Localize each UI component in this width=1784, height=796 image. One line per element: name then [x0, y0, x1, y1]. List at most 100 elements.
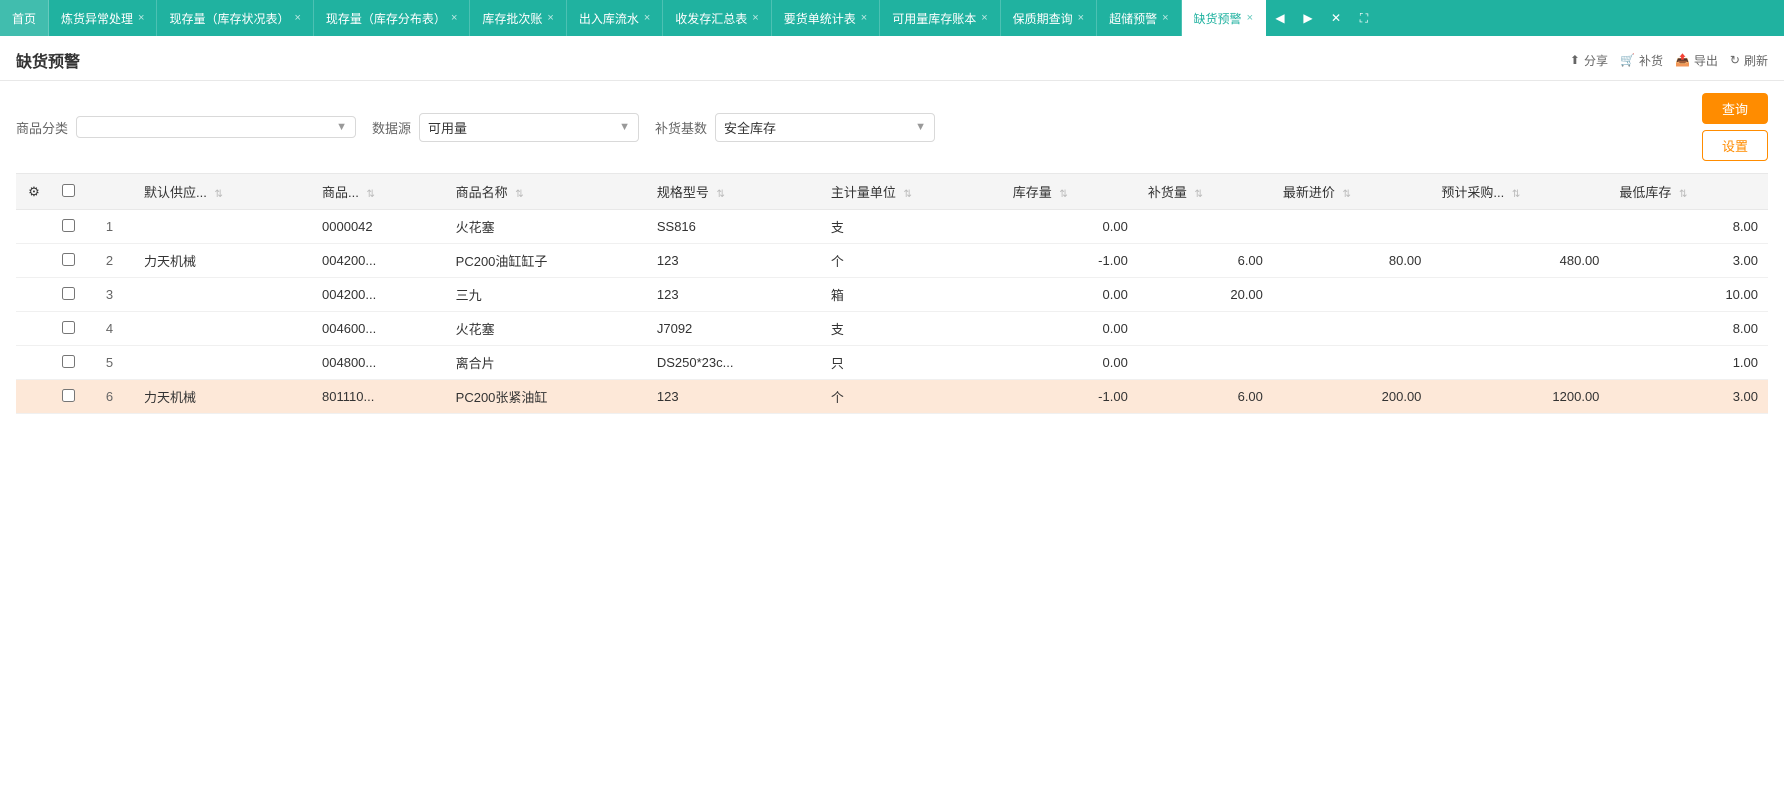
- datasource-select[interactable]: 可用量 ▼: [419, 113, 639, 142]
- row-latest-price-3: [1273, 312, 1432, 346]
- row-product-name-3: 火花塞: [446, 312, 647, 346]
- th-unit[interactable]: 主计量单位 ⇅: [821, 174, 1003, 210]
- th-latest-price[interactable]: 最新进价 ⇅: [1273, 174, 1432, 210]
- row-product-name-5: PC200张紧油缸: [446, 380, 647, 414]
- tab-4-close[interactable]: ×: [547, 12, 553, 24]
- tab-1[interactable]: 炼货异常处理 ×: [49, 0, 157, 36]
- row-stock-2: 0.00: [1003, 278, 1138, 312]
- tab-2-label: 现存量（库存状况表）: [169, 10, 289, 27]
- tab-11[interactable]: 缺货预警 ×: [1182, 0, 1266, 36]
- th-gear[interactable]: ⚙: [16, 174, 52, 210]
- tab-7-close[interactable]: ×: [861, 12, 867, 24]
- row-checkbox-cell-1: [52, 244, 85, 278]
- row-spec-5: 123: [647, 380, 821, 414]
- row-spec-1: 123: [647, 244, 821, 278]
- share-icon: ⬆: [1570, 53, 1580, 67]
- tab-3-label: 现存量（库存分布表）: [326, 10, 446, 27]
- th-replenish-label: 补货量: [1148, 185, 1187, 200]
- header-actions: ⬆ 分享 🛒 补货 📤 导出 ↻ 刷新: [1570, 52, 1768, 69]
- tab-nav-close-all[interactable]: ✕: [1322, 0, 1350, 36]
- row-supplier-1: 力天机械: [134, 244, 312, 278]
- th-est-purchase[interactable]: 预计采购... ⇅: [1431, 174, 1609, 210]
- row-checkbox-0[interactable]: [62, 219, 75, 232]
- table-row: 1 0000042 火花塞 SS816 支 0.00 8.00: [16, 210, 1768, 244]
- tab-8-close[interactable]: ×: [981, 12, 987, 24]
- tab-3-close[interactable]: ×: [451, 12, 457, 24]
- row-index-1: 2: [85, 244, 134, 278]
- tab-nav-prev[interactable]: ◀: [1266, 0, 1294, 36]
- tab-4[interactable]: 库存批次账 ×: [470, 0, 566, 36]
- th-spec[interactable]: 规格型号 ⇅: [647, 174, 821, 210]
- tab-3[interactable]: 现存量（库存分布表） ×: [314, 0, 470, 36]
- tab-11-close[interactable]: ×: [1247, 12, 1253, 24]
- th-checkbox: [52, 174, 85, 210]
- th-stock[interactable]: 库存量 ⇅: [1003, 174, 1138, 210]
- row-product-code-5: 801110...: [312, 380, 446, 414]
- row-replenish-5: 6.00: [1138, 380, 1273, 414]
- row-product-code-0: 0000042: [312, 210, 446, 244]
- tab-6[interactable]: 收发存汇总表 ×: [663, 0, 771, 36]
- category-select[interactable]: ▼: [76, 116, 356, 138]
- row-gear-2: [16, 278, 52, 312]
- row-supplier-3: [134, 312, 312, 346]
- page-title: 缺货预警: [16, 48, 80, 72]
- tab-7-label: 要货单统计表: [784, 10, 856, 27]
- tab-5-label: 出入库流水: [579, 10, 639, 27]
- data-table: ⚙ 默认供应... ⇅ 商品... ⇅ 商品名称 ⇅: [16, 173, 1768, 414]
- tab-9[interactable]: 保质期查询 ×: [1001, 0, 1097, 36]
- tab-8[interactable]: 可用量库存账本 ×: [880, 0, 1000, 36]
- tab-7[interactable]: 要货单统计表 ×: [772, 0, 880, 36]
- th-est-purchase-sort-icon: ⇅: [1512, 189, 1520, 200]
- row-product-name-2: 三九: [446, 278, 647, 312]
- tab-1-close[interactable]: ×: [138, 12, 144, 24]
- th-stock-label: 库存量: [1013, 185, 1052, 200]
- row-supplier-4: [134, 346, 312, 380]
- th-spec-label: 规格型号: [657, 185, 709, 200]
- row-checkbox-4[interactable]: [62, 355, 75, 368]
- setting-button[interactable]: 设置: [1702, 130, 1768, 161]
- th-product-code[interactable]: 商品... ⇅: [312, 174, 446, 210]
- th-product-code-sort-icon: ⇅: [367, 189, 375, 200]
- tab-5[interactable]: 出入库流水 ×: [567, 0, 663, 36]
- tab-11-label: 缺货预警: [1194, 10, 1242, 27]
- share-button[interactable]: ⬆ 分享: [1570, 52, 1608, 69]
- tab-9-close[interactable]: ×: [1078, 12, 1084, 24]
- tab-10[interactable]: 超储预警 ×: [1097, 0, 1181, 36]
- tab-nav-next[interactable]: ▶: [1294, 0, 1322, 36]
- page-content: 缺货预警 ⬆ 分享 🛒 补货 📤 导出 ↻ 刷新 商品分类: [0, 36, 1784, 796]
- basis-select[interactable]: 安全库存 ▼: [715, 113, 935, 142]
- row-unit-4: 只: [821, 346, 1003, 380]
- query-button[interactable]: 查询: [1702, 93, 1768, 124]
- th-supplier[interactable]: 默认供应... ⇅: [134, 174, 312, 210]
- tab-nav-expand[interactable]: ⛶: [1350, 0, 1378, 36]
- row-checkbox-2[interactable]: [62, 287, 75, 300]
- export-button[interactable]: 📤 导出: [1675, 52, 1718, 69]
- tab-5-close[interactable]: ×: [644, 12, 650, 24]
- row-checkbox-5[interactable]: [62, 389, 75, 402]
- th-latest-price-label: 最新进价: [1283, 185, 1335, 200]
- tab-home[interactable]: 首页: [0, 0, 49, 36]
- row-latest-price-0: [1273, 210, 1432, 244]
- th-replenish-sort-icon: ⇅: [1194, 189, 1202, 200]
- row-checkbox-cell-2: [52, 278, 85, 312]
- tab-6-close[interactable]: ×: [752, 12, 758, 24]
- tab-8-label: 可用量库存账本: [892, 10, 976, 27]
- tab-10-close[interactable]: ×: [1162, 12, 1168, 24]
- row-checkbox-3[interactable]: [62, 321, 75, 334]
- row-checkbox-cell-4: [52, 346, 85, 380]
- th-min-stock[interactable]: 最低库存 ⇅: [1609, 174, 1768, 210]
- th-replenish[interactable]: 补货量 ⇅: [1138, 174, 1273, 210]
- row-product-code-3: 004600...: [312, 312, 446, 346]
- refresh-button[interactable]: ↻ 刷新: [1730, 52, 1768, 69]
- tab-2-close[interactable]: ×: [294, 12, 300, 24]
- select-all-checkbox[interactable]: [62, 184, 75, 197]
- th-latest-price-sort-icon: ⇅: [1343, 189, 1351, 200]
- table-row: 6 力天机械 801110... PC200张紧油缸 123 个 -1.00 6…: [16, 380, 1768, 414]
- th-product-name[interactable]: 商品名称 ⇅: [446, 174, 647, 210]
- row-checkbox-1[interactable]: [62, 253, 75, 266]
- tab-2[interactable]: 现存量（库存状况表） ×: [157, 0, 313, 36]
- tab-1-label: 炼货异常处理: [61, 10, 133, 27]
- th-supplier-sort-icon: ⇅: [215, 189, 223, 200]
- replenish-button[interactable]: 🛒 补货: [1620, 52, 1663, 69]
- basis-label: 补货基数: [655, 118, 707, 137]
